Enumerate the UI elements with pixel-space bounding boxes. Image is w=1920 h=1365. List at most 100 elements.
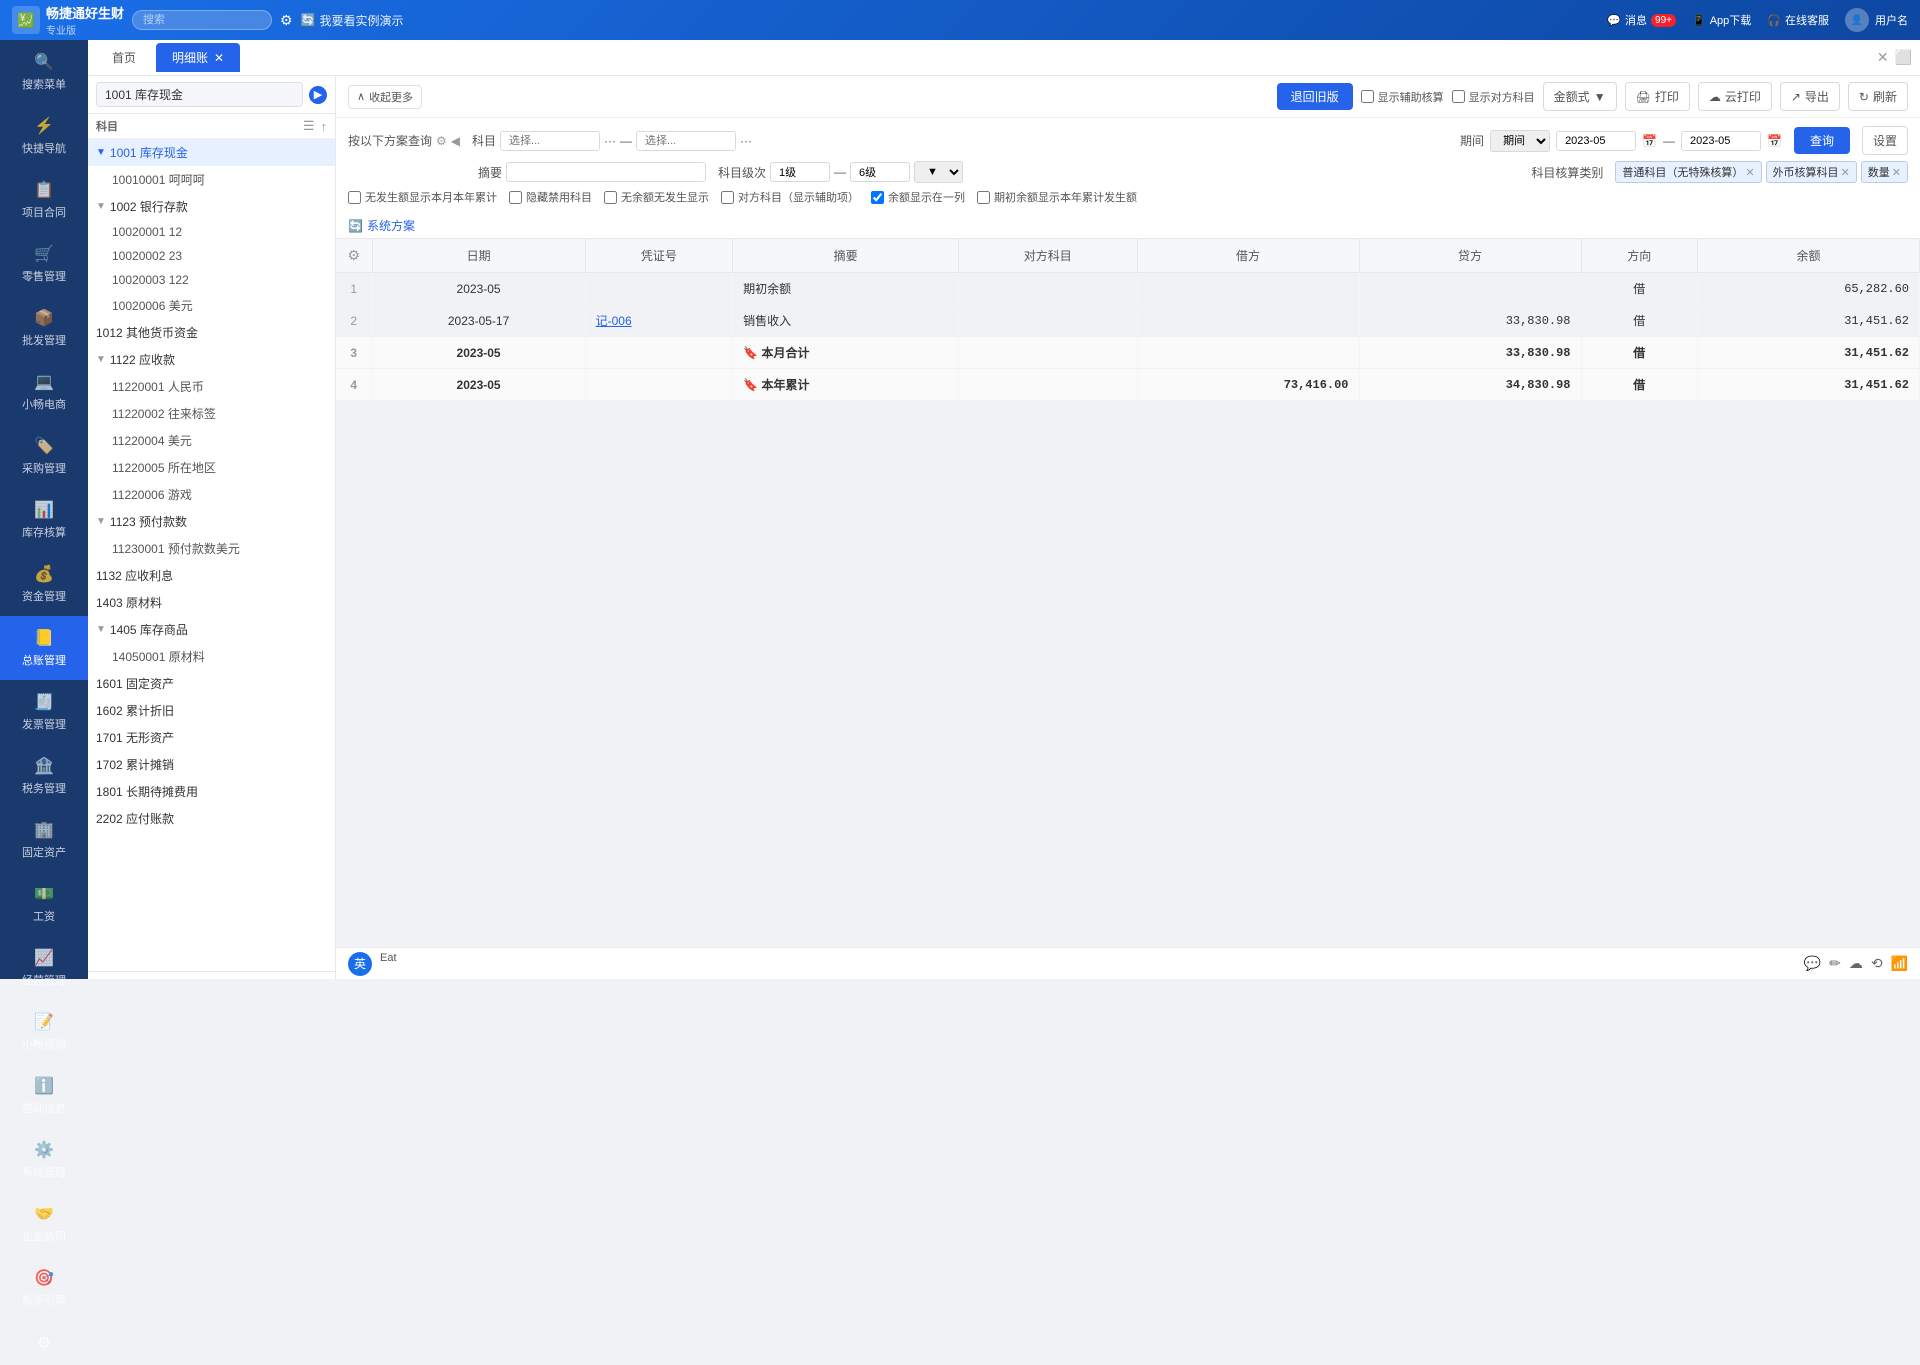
- edit-icon[interactable]: ✏: [1829, 955, 1841, 972]
- export-button[interactable]: ↗ 导出: [1780, 82, 1840, 111]
- tree-item-1122[interactable]: ▼ 1122 应收款: [88, 346, 335, 373]
- sidebar-item-search[interactable]: 🔍 搜索菜单: [0, 40, 88, 104]
- horizontal-scrollbar[interactable]: [88, 971, 335, 979]
- subject-input-to[interactable]: [636, 131, 736, 151]
- tree-item-10010001[interactable]: 10010001 呵呵呵: [88, 166, 335, 193]
- translate-button[interactable]: 英: [348, 952, 372, 976]
- query-search-button[interactable]: 查询: [1794, 127, 1850, 154]
- tree-item-1602[interactable]: 1602 累计折旧: [88, 697, 335, 724]
- sidebar-item-wholesale[interactable]: 📦 批发管理: [0, 296, 88, 360]
- arrow-icon[interactable]: ◀: [451, 134, 460, 148]
- settings-gear-button[interactable]: ⚙: [280, 12, 293, 29]
- tree-item-1403[interactable]: 1403 原材料: [88, 589, 335, 616]
- sidebar-item-quick[interactable]: ⚡ 快捷导航: [0, 104, 88, 168]
- subject-input[interactable]: [500, 131, 600, 151]
- sidebar-item-finance[interactable]: 💰 资金管理: [0, 552, 88, 616]
- maximize-icon[interactable]: ⬜: [1895, 49, 1912, 66]
- table-settings-icon[interactable]: ⚙: [347, 247, 360, 263]
- row-voucher[interactable]: 记-006: [585, 305, 733, 337]
- tree-item-1702[interactable]: 1702 累计摊销: [88, 751, 335, 778]
- cb-no-balance[interactable]: 无发生额显示本月本年累计: [348, 189, 497, 205]
- sidebar-item-assets[interactable]: 🏢 固定资产: [0, 808, 88, 872]
- top-search-input[interactable]: [132, 10, 272, 30]
- sidebar-item-ecommerce[interactable]: 💻 小畅电商: [0, 360, 88, 424]
- tree-item-1012[interactable]: 1012 其他货币资金: [88, 319, 335, 346]
- demo-link[interactable]: 🔄 我要看实例演示: [301, 12, 404, 29]
- user-area[interactable]: 👤 用户名: [1845, 8, 1908, 32]
- tree-item-11230001[interactable]: 11230001 预付款数美元: [88, 535, 335, 562]
- feedback-icon[interactable]: 💬: [1804, 955, 1821, 972]
- sidebar-item-ledger[interactable]: 📒 总账管理: [0, 616, 88, 680]
- tree-item-11220005[interactable]: 11220005 所在地区: [88, 454, 335, 481]
- sidebar-item-inventory[interactable]: 📊 库存核算: [0, 488, 88, 552]
- tab-close-button[interactable]: ✕: [214, 51, 224, 65]
- tree-item-14050001[interactable]: 14050001 原材料: [88, 643, 335, 670]
- app-download-button[interactable]: 📱 App下载: [1692, 12, 1751, 28]
- sidebar-item-guide[interactable]: 🎯 新手引导: [0, 1256, 88, 1320]
- voucher-link[interactable]: 记-006: [596, 314, 632, 328]
- tree-item-1001[interactable]: ▼ 1001 库存现金: [88, 139, 335, 166]
- wifi-icon[interactable]: 📶: [1891, 955, 1908, 972]
- expand-icon[interactable]: ✕: [1877, 49, 1889, 66]
- show-opposite-checkbox[interactable]: 显示对方科目: [1452, 89, 1535, 105]
- nav-forward-button[interactable]: ▶: [309, 86, 327, 104]
- query-settings-button[interactable]: 设置: [1862, 126, 1908, 155]
- sidebar-item-settings[interactable]: ⚙: [0, 1321, 88, 1365]
- sidebar-item-project[interactable]: 📋 项目合同: [0, 168, 88, 232]
- cb-no-balance-show[interactable]: 无余额无发生显示: [604, 189, 709, 205]
- tree-item-1002[interactable]: ▼ 1002 银行存款: [88, 193, 335, 220]
- collapse-button[interactable]: ↑: [321, 118, 328, 134]
- sidebar-item-cooperation[interactable]: 🤝 企业协同: [0, 1192, 88, 1256]
- period-type-select[interactable]: 期间: [1490, 130, 1550, 152]
- tree-item-2202[interactable]: 2202 应付账款: [88, 805, 335, 832]
- sidebar-item-ops[interactable]: 📈 经营管理: [0, 936, 88, 1000]
- cb-balance-one[interactable]: 余额显示在一列: [871, 189, 965, 205]
- tree-item-1132[interactable]: 1132 应收利息: [88, 562, 335, 589]
- sidebar-item-system[interactable]: ⚙️ 系统管理: [0, 1128, 88, 1192]
- online-service-button[interactable]: 🎧 在线客服: [1767, 12, 1829, 28]
- system-scheme-link[interactable]: 🔄 系统方案: [348, 217, 415, 234]
- summary-input[interactable]: [506, 162, 706, 182]
- tree-item-10020001[interactable]: 10020001 12: [88, 220, 335, 244]
- print-button[interactable]: 🖨 打印: [1625, 82, 1690, 111]
- filter-tag-3-close[interactable]: ✕: [1892, 166, 1901, 179]
- sync-icon[interactable]: ⟲: [1871, 955, 1883, 972]
- tree-item-10020002[interactable]: 10020002 23: [88, 244, 335, 268]
- tree-item-11220004[interactable]: 11220004 美元: [88, 427, 335, 454]
- sidebar-item-invoice[interactable]: 🧾 发票管理: [0, 680, 88, 744]
- list-view-button[interactable]: ☰: [303, 118, 315, 134]
- sidebar-item-purchase[interactable]: 🏷️ 采购管理: [0, 424, 88, 488]
- cb-opposite-show[interactable]: 对方科目（显示辅助项）: [721, 189, 859, 205]
- filter-tag-1-close[interactable]: ✕: [1745, 166, 1754, 179]
- period-from-input[interactable]: [1556, 131, 1636, 151]
- collapse-more-button[interactable]: ∧ 收起更多: [348, 85, 422, 109]
- tree-item-11220006[interactable]: 11220006 游戏: [88, 481, 335, 508]
- filter-tag-2-close[interactable]: ✕: [1841, 166, 1850, 179]
- cloud-print-button[interactable]: ☁ 云打印: [1698, 82, 1772, 111]
- sidebar-item-basic[interactable]: ℹ️ 基础信息: [0, 1064, 88, 1128]
- tree-item-1801[interactable]: 1801 长期待摊费用: [88, 778, 335, 805]
- eat-label[interactable]: Eat: [380, 952, 397, 976]
- calendar-icon-from[interactable]: 📅: [1642, 134, 1657, 148]
- tree-item-1123[interactable]: ▼ 1123 预付款数: [88, 508, 335, 535]
- tab-home[interactable]: 首页: [96, 43, 152, 72]
- period-to-input[interactable]: [1681, 131, 1761, 151]
- level-from-input[interactable]: [770, 162, 830, 182]
- tree-item-11220001[interactable]: 11220001 人民币: [88, 373, 335, 400]
- tree-item-1701[interactable]: 1701 无形资产: [88, 724, 335, 751]
- config-icon[interactable]: ⚙: [436, 134, 447, 148]
- level-to-input[interactable]: [850, 162, 910, 182]
- cb-opening[interactable]: 期初余额显示本年累计发生额: [977, 189, 1137, 205]
- tree-item-10020003[interactable]: 10020003 122: [88, 268, 335, 292]
- tree-item-11220002[interactable]: 11220002 往来标签: [88, 400, 335, 427]
- tree-item-1405[interactable]: ▼ 1405 库存商品: [88, 616, 335, 643]
- sidebar-item-tax[interactable]: 🏦 税务管理: [0, 744, 88, 808]
- sidebar-item-payroll[interactable]: 💵 工资: [0, 872, 88, 936]
- refresh-button[interactable]: ↻ 刷新: [1848, 82, 1908, 111]
- tree-item-10020006[interactable]: 10020006 美元: [88, 292, 335, 319]
- level-select[interactable]: ▼: [914, 161, 963, 183]
- tree-item-1601[interactable]: 1601 固定资产: [88, 670, 335, 697]
- message-button[interactable]: 💬 消息 99+: [1607, 12, 1676, 28]
- return-old-button[interactable]: 退回旧版: [1277, 83, 1353, 110]
- sidebar-item-expense[interactable]: 📝 小畅报销: [0, 1000, 88, 1064]
